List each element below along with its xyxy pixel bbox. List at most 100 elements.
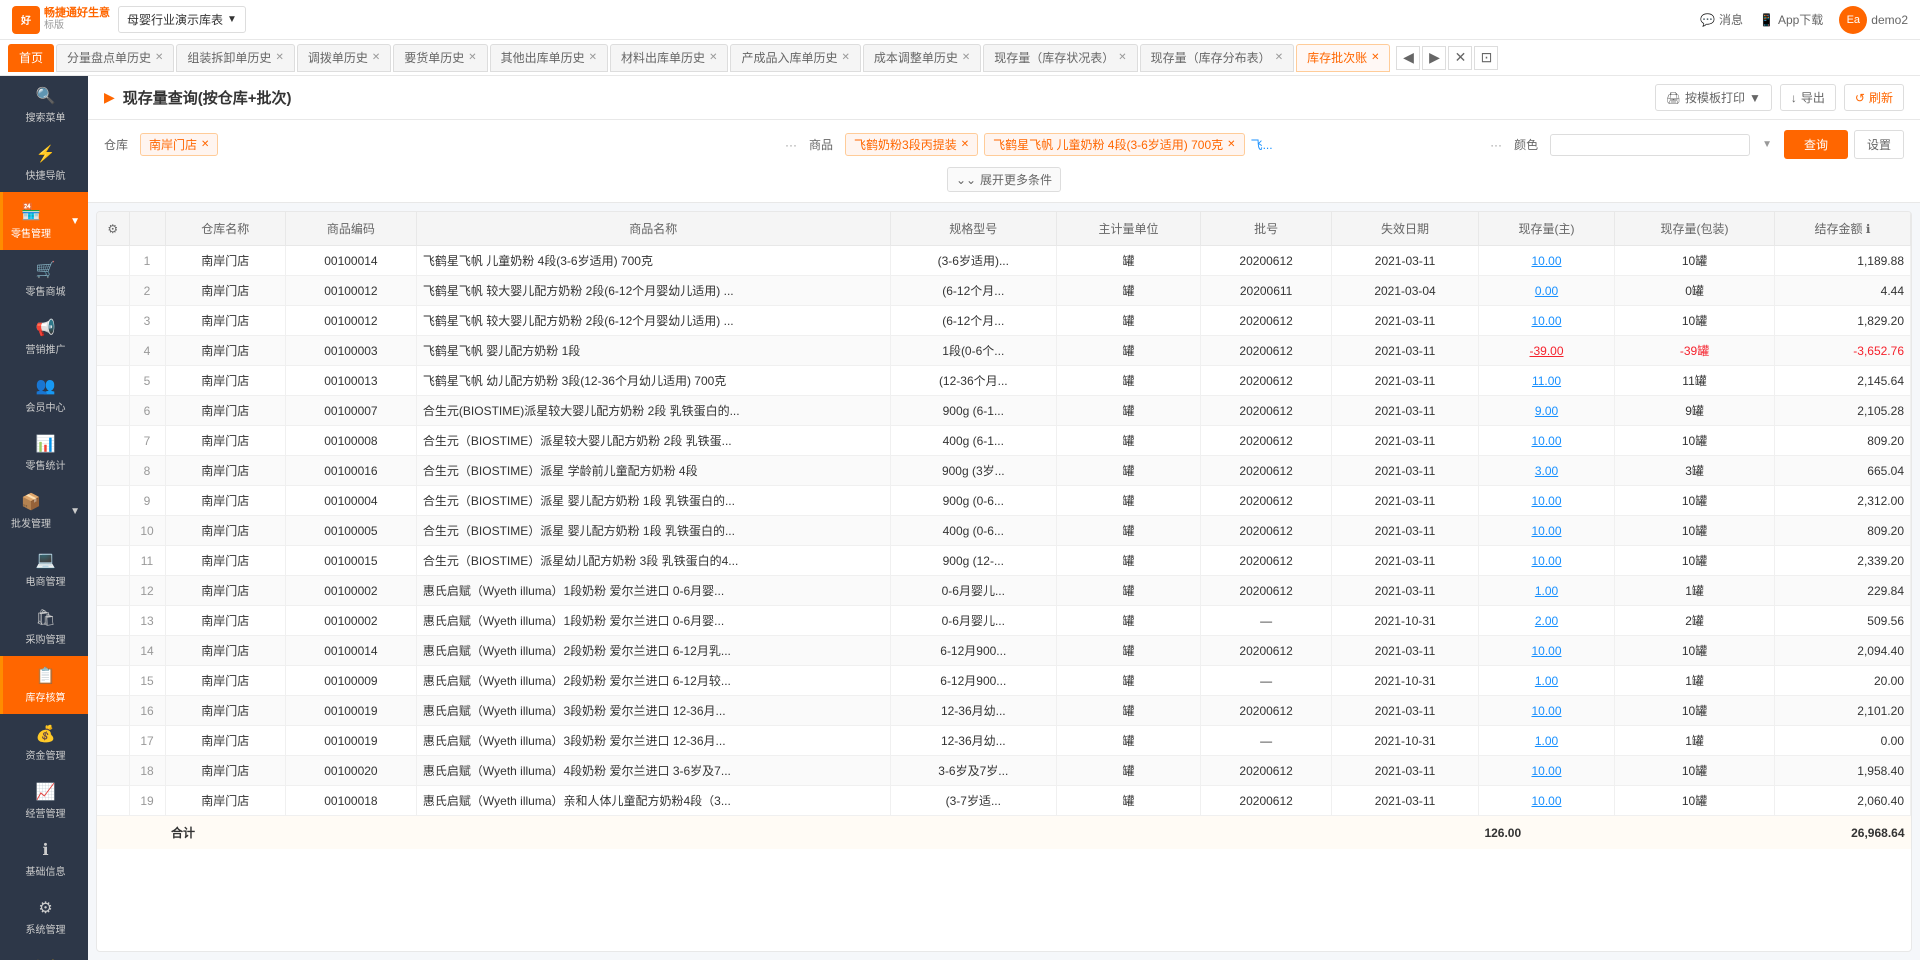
warehouse-tag-nananjt[interactable]: 南岸门店 ✕ [140, 133, 218, 156]
tab-stock-dist-close[interactable]: ✕ [1275, 52, 1283, 63]
tab-stock-status-close[interactable]: ✕ [1118, 52, 1126, 63]
row-stock-main[interactable]: 0.00 [1478, 276, 1614, 306]
app-download-btn[interactable]: 📱 App下载 [1759, 11, 1823, 28]
row-stock-main[interactable]: 10.00 [1478, 486, 1614, 516]
row-stock-pack: 2罐 [1615, 606, 1775, 636]
tab-product-in[interactable]: 产成品入库单历史 ✕ [730, 44, 860, 72]
template-print-btn[interactable]: 🖨 按模板打印 ▼ [1655, 84, 1772, 111]
tab-material-close[interactable]: ✕ [709, 52, 717, 63]
row-stock-main[interactable]: 10.00 [1478, 426, 1614, 456]
tab-diaob[interactable]: 调拨单历史 ✕ [297, 44, 391, 72]
row-stock-main[interactable]: 10.00 [1478, 516, 1614, 546]
tab-other-out[interactable]: 其他出库单历史 ✕ [490, 44, 608, 72]
row-unit: 罐 [1057, 606, 1201, 636]
product-tag-2-close-icon[interactable]: ✕ [1227, 139, 1235, 150]
row-stock-main[interactable]: 10.00 [1478, 756, 1614, 786]
tab-diaob-close[interactable]: ✕ [372, 52, 380, 63]
product-tag-1-close-icon[interactable]: ✕ [961, 139, 969, 150]
tab-fen-pan[interactable]: 分量盘点单历史 ✕ [56, 44, 174, 72]
row-stock-main[interactable]: 9.00 [1478, 396, 1614, 426]
row-stock-main[interactable]: 10.00 [1478, 246, 1614, 276]
tab-cost-close[interactable]: ✕ [962, 52, 970, 63]
refresh-btn[interactable]: ↺ 刷新 [1844, 84, 1904, 111]
tab-home[interactable]: 首页 [8, 44, 54, 72]
tab-batch[interactable]: 库存批次账 ✕ [1296, 44, 1390, 72]
column-setting-icon[interactable]: ⚙ [107, 222, 118, 236]
workspace-chevron-icon: ▼ [227, 14, 237, 25]
row-stock-main[interactable]: 10.00 [1478, 306, 1614, 336]
sidebar-item-shop[interactable]: 🛒 零售商城 [0, 250, 88, 308]
sidebar-item-finance[interactable]: 💰 资金管理 [0, 714, 88, 772]
tab-cost[interactable]: 成本调整单历史 ✕ [863, 44, 981, 72]
tab-yaohuo-close[interactable]: ✕ [468, 52, 476, 63]
tab-stock-dist-label: 现存量（库存分布表） [1151, 49, 1271, 66]
user-avatar-area[interactable]: Ea demo2 [1839, 6, 1908, 34]
row-stock-main[interactable]: -39.00 [1478, 336, 1614, 366]
sidebar-item-system[interactable]: ⚙ 系统管理 [0, 888, 88, 946]
row-setting [97, 276, 129, 306]
row-code: 00100012 [285, 276, 416, 306]
row-stock-main[interactable]: 10.00 [1478, 696, 1614, 726]
sidebar-item-ops[interactable]: 📈 经营管理 [0, 772, 88, 830]
th-name: 商品名称 [416, 212, 890, 246]
tab-yaohuo[interactable]: 要货单历史 ✕ [393, 44, 487, 72]
tab-stock-status[interactable]: 现存量（库存状况表） ✕ [983, 44, 1137, 72]
row-stock-main[interactable]: 1.00 [1478, 576, 1614, 606]
row-stock-main[interactable]: 1.00 [1478, 666, 1614, 696]
color-filter-input[interactable] [1550, 134, 1750, 156]
row-stock-main[interactable]: 10.00 [1478, 636, 1614, 666]
product-tag-2[interactable]: 飞鹤星飞帆 儿童奶粉 4段(3-6岁适用) 700克 ✕ [984, 133, 1244, 156]
row-stock-main[interactable]: 3.00 [1478, 456, 1614, 486]
search-btn[interactable]: 查询 [1784, 130, 1848, 159]
warehouse-tag-close-icon[interactable]: ✕ [201, 139, 209, 150]
sidebar-item-marketing[interactable]: 📢 营销推广 [0, 308, 88, 366]
sidebar-item-basic[interactable]: ℹ 基础信息 [0, 830, 88, 888]
tab-prev-btn[interactable]: ◀ [1396, 46, 1420, 70]
expand-conditions-btn[interactable]: ⌄⌄ 展开更多条件 [947, 167, 1061, 192]
total-stock-pack-cell [1615, 816, 1775, 850]
tab-next-btn[interactable]: ▶ [1422, 46, 1446, 70]
row-stock-pack: 3罐 [1615, 456, 1775, 486]
export-btn[interactable]: ↓ 导出 [1780, 84, 1836, 111]
row-stock-pack: 1罐 [1615, 666, 1775, 696]
sidebar-item-search[interactable]: 🔍 搜索菜单 [0, 76, 88, 134]
row-stock-main[interactable]: 11.00 [1478, 366, 1614, 396]
tab-close-all-btn[interactable]: ✕ [1448, 46, 1472, 70]
tab-material[interactable]: 材料出库单历史 ✕ [610, 44, 728, 72]
sidebar-item-wholesale[interactable]: 📦 批发管理 ▼ [0, 482, 88, 540]
tab-zuzhang-close[interactable]: ✕ [275, 52, 283, 63]
expand-sidebar-btn[interactable]: ▶ [104, 89, 115, 106]
sidebar-item-retail[interactable]: 🏪 零售管理 ▼ [0, 192, 88, 250]
page-actions: 🖨 按模板打印 ▼ ↓ 导出 ↺ 刷新 [1655, 84, 1904, 111]
row-stock-main[interactable]: 2.00 [1478, 606, 1614, 636]
sidebar-ops-label: 经营管理 [26, 805, 66, 820]
th-setting[interactable]: ⚙ [97, 212, 129, 246]
tab-stock-dist[interactable]: 现存量（库存分布表） ✕ [1140, 44, 1294, 72]
sidebar-item-nav[interactable]: ⚡ 快捷导航 [0, 134, 88, 192]
sidebar-item-purchase[interactable]: 🛍 采购管理 [0, 598, 88, 656]
product-tag-more[interactable]: 飞... [1251, 136, 1273, 153]
tab-maximize-btn[interactable]: ⊡ [1474, 46, 1498, 70]
row-stock-pack: 10罐 [1615, 426, 1775, 456]
sidebar-item-member[interactable]: 👥 会员中心 [0, 366, 88, 424]
tab-batch-close[interactable]: ✕ [1371, 52, 1379, 63]
messages-btn[interactable]: 💬 消息 [1700, 11, 1743, 28]
row-warehouse: 南岸门店 [165, 576, 285, 606]
table-container[interactable]: ⚙ 仓库名称 商品编码 商品名称 规格型号 主计量单位 批号 失效日期 现存量(… [96, 211, 1912, 952]
sidebar-item-ecom[interactable]: 💻 电商管理 [0, 540, 88, 598]
tab-zuzhang[interactable]: 组装拆卸单历史 ✕ [176, 44, 294, 72]
setting-btn[interactable]: 设置 [1854, 130, 1904, 159]
workspace-selector[interactable]: 母婴行业演示库表 ▼ [118, 6, 246, 33]
data-table: ⚙ 仓库名称 商品编码 商品名称 规格型号 主计量单位 批号 失效日期 现存量(… [97, 212, 1911, 849]
sidebar-item-inventory[interactable]: 📋 库存核算 [0, 656, 88, 714]
row-stock-main[interactable]: 1.00 [1478, 726, 1614, 756]
row-stock-main[interactable]: 10.00 [1478, 786, 1614, 816]
tab-product-in-close[interactable]: ✕ [841, 52, 849, 63]
sidebar-item-collab[interactable]: 🤝 企业协同 [0, 946, 88, 960]
product-tag-1[interactable]: 飞鹤奶粉3段丙提装 ✕ [845, 133, 978, 156]
sidebar-item-stat[interactable]: 📊 零售统计 [0, 424, 88, 482]
row-stock-main[interactable]: 10.00 [1478, 546, 1614, 576]
row-setting [97, 516, 129, 546]
tab-other-out-close[interactable]: ✕ [589, 52, 597, 63]
tab-fenpan-close[interactable]: ✕ [155, 52, 163, 63]
